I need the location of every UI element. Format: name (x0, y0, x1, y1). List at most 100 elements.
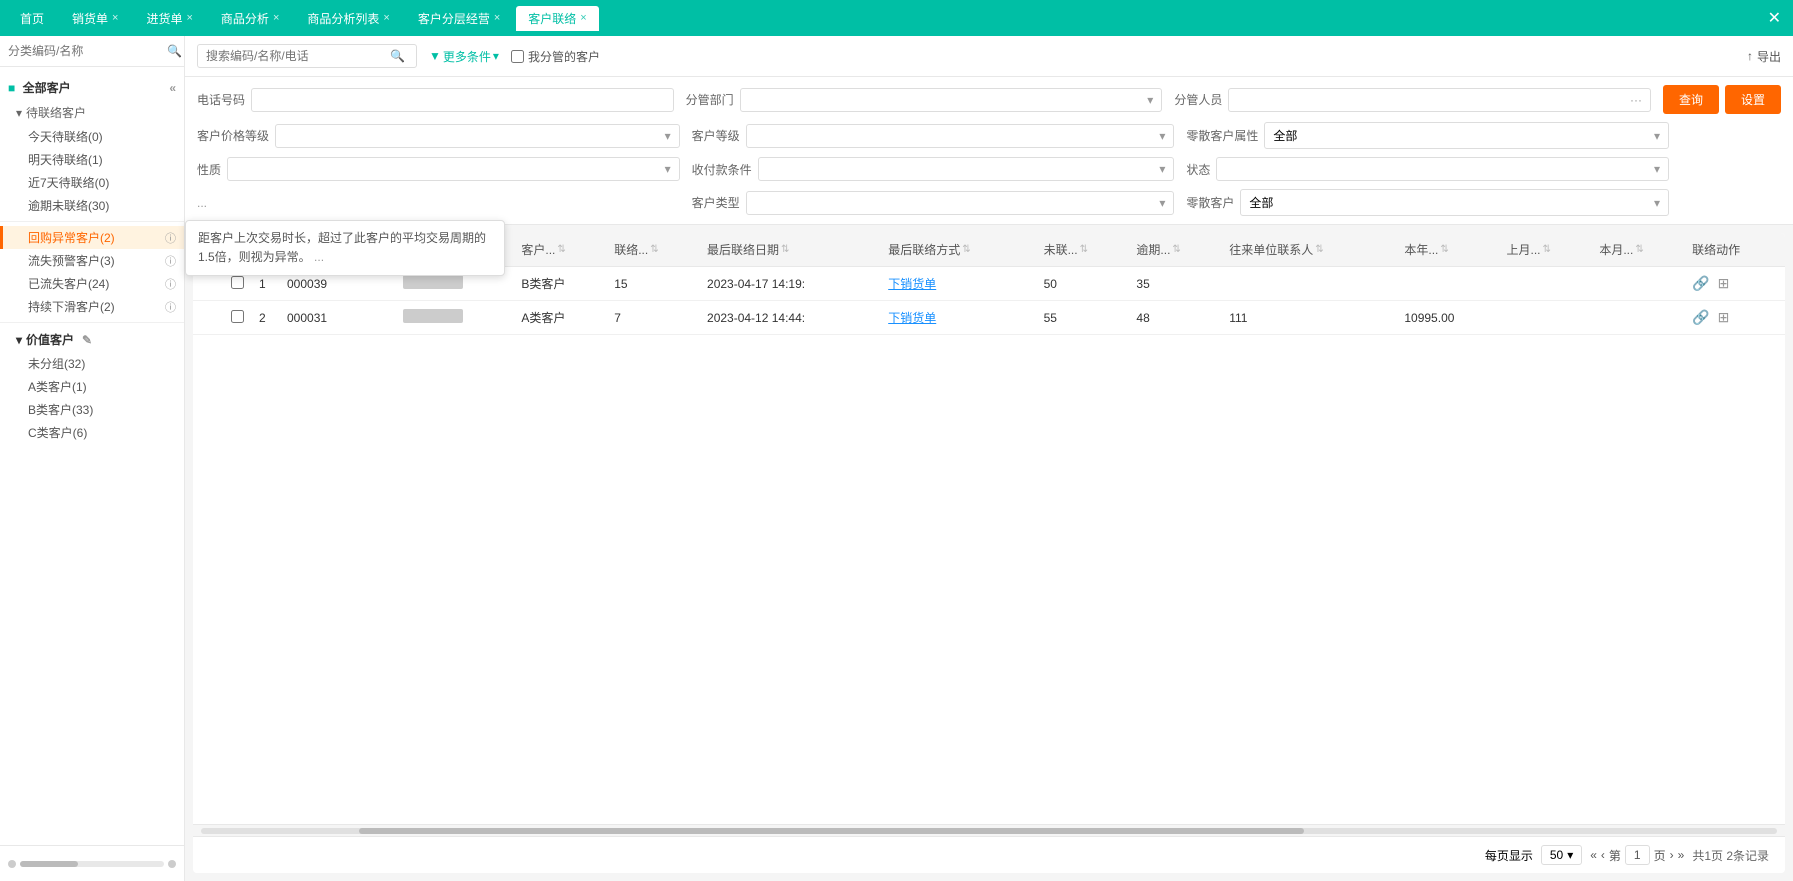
all-customers-header[interactable]: ■ 全部客户 « (0, 75, 184, 100)
action-grid-icon-2[interactable]: ⊞ (1718, 309, 1730, 326)
status-select[interactable] (1216, 157, 1669, 181)
export-button[interactable]: ↑ 导出 (1747, 48, 1781, 65)
sidebar-collapse-icon[interactable]: « (169, 81, 176, 95)
query-button[interactable]: 查询 (1663, 85, 1719, 114)
th-overdue[interactable]: 逾期... ⇅ (1130, 233, 1223, 267)
filter-customer-level: 客户等级 (692, 124, 1175, 148)
th-contact[interactable]: 联络... ⇅ (608, 233, 701, 267)
filter-branch: 分管部门 (686, 88, 1163, 112)
manager-dots[interactable]: ··· (1630, 93, 1642, 107)
row-checkbox-2[interactable] (231, 310, 244, 323)
sidebar-search-area: 🔍 (0, 36, 184, 67)
tab-sales-order[interactable]: 销货单 × (60, 6, 130, 31)
manager-select[interactable]: ··· (1228, 88, 1651, 112)
th-this-year[interactable]: 本年... ⇅ (1398, 233, 1500, 267)
sidebar-scroll-left[interactable] (8, 860, 16, 868)
next-page-button[interactable]: › (1670, 848, 1674, 862)
more-conditions-button[interactable]: ▼ 更多条件 ▾ (429, 48, 499, 65)
filter-manager: 分管人员 ··· (1174, 88, 1651, 112)
sidebar-item-overdue[interactable]: 逾期未联络(30) (0, 194, 184, 217)
search-icon[interactable]: 🔍 (390, 49, 405, 63)
sidebar-search-input[interactable] (8, 44, 163, 58)
th-uncontacted[interactable]: 未联... ⇅ (1038, 233, 1131, 267)
sort-icon-uncontacted: ⇅ (1080, 244, 1088, 255)
tab-product-analysis-list[interactable]: 商品分析列表 × (295, 6, 401, 31)
td-last-method-1: 下销货单 (882, 267, 1037, 301)
tab-customer-contact[interactable]: 客户联络 × (516, 6, 598, 31)
phone-input[interactable] (251, 88, 674, 112)
td-this-month-2 (1593, 301, 1686, 335)
sidebar-item-a-class[interactable]: A类客户(1) (0, 375, 184, 398)
tab-sales-order-close[interactable]: × (112, 12, 118, 24)
last-method-link-1[interactable]: 下销货单 (888, 277, 936, 291)
td-type-2: A类客户 (515, 301, 608, 335)
sidebar-search-icon[interactable]: 🔍 (167, 44, 182, 58)
price-level-select[interactable] (275, 124, 680, 148)
horizontal-scroll-track[interactable] (201, 828, 1777, 834)
th-type[interactable]: 客户... ⇅ (515, 233, 608, 267)
tab-customer-contact-close[interactable]: × (580, 12, 586, 24)
my-customer-checkbox[interactable] (511, 50, 524, 63)
sidebar-item-churn-warning[interactable]: 流失预警客户(3) ⓘ (0, 249, 184, 272)
th-last-contact-date[interactable]: 最后联络日期 ⇅ (701, 233, 882, 267)
search-input[interactable] (206, 49, 386, 63)
td-action-1: 🔗 ⊞ (1686, 267, 1785, 301)
last-method-link-2[interactable]: 下销货单 (888, 311, 936, 325)
sidebar-pending-contact[interactable]: ▾ 待联络客户 (0, 100, 184, 125)
sidebar-item-repurchase-anomaly[interactable]: 回购异常客户(2) ⓘ (0, 226, 184, 249)
action-grid-icon-1[interactable]: ⊞ (1718, 275, 1730, 292)
prev-page-button[interactable]: ‹ (1601, 848, 1605, 862)
tab-purchase-order[interactable]: 进货单 × (134, 6, 204, 31)
tab-customer-segments-close[interactable]: × (494, 12, 500, 24)
th-last-contact-method[interactable]: 最后联络方式 ⇅ (882, 233, 1037, 267)
page-unit: 页 (1654, 847, 1666, 864)
tab-customer-segments[interactable]: 客户分层经营 × (406, 6, 512, 31)
th-this-month[interactable]: 本月... ⇅ (1593, 233, 1686, 267)
row-checkbox-1[interactable] (231, 276, 244, 289)
filter-payment-terms: 收付款条件 (692, 157, 1175, 181)
first-page-button[interactable]: « (1590, 848, 1597, 862)
last-page-button[interactable]: » (1678, 848, 1685, 862)
filter-expand-dots[interactable]: ... (197, 196, 207, 210)
window-close-button[interactable]: ✕ (1768, 8, 1781, 28)
tab-product-analysis[interactable]: 商品分析 × (209, 6, 291, 31)
td-this-month-1 (1593, 267, 1686, 301)
customer-level-select[interactable] (746, 124, 1175, 148)
gender-select[interactable] (227, 157, 680, 181)
td-last-date-1: 2023-04-17 14:19: (701, 267, 882, 301)
sort-icon-method: ⇅ (962, 244, 970, 255)
tab-home[interactable]: 首页 (8, 6, 56, 31)
th-company-contact[interactable]: 往来单位联系人 ⇅ (1223, 233, 1398, 267)
tooltip-dots[interactable]: ... (314, 250, 324, 264)
sidebar-item-7days[interactable]: 近7天待联络(0) (0, 171, 184, 194)
sidebar-item-declining[interactable]: 持续下滑客户(2) ⓘ (0, 295, 184, 318)
action-link-icon-1[interactable]: 🔗 (1692, 275, 1709, 292)
th-last-month[interactable]: 上月... ⇅ (1501, 233, 1594, 267)
settings-button[interactable]: 设置 (1725, 85, 1781, 114)
action-link-icon-2[interactable]: 🔗 (1692, 309, 1709, 326)
payment-terms-select[interactable] (758, 157, 1175, 181)
tab-product-analysis-list-close[interactable]: × (383, 12, 389, 24)
tab-product-analysis-close[interactable]: × (273, 12, 279, 24)
sidebar-item-today[interactable]: 今天待联络(0) (0, 125, 184, 148)
filter-customer-type: 客户类型 (692, 191, 1175, 215)
sidebar-item-tomorrow[interactable]: 明天待联络(1) (0, 148, 184, 171)
payment-terms-arrow (1159, 162, 1165, 176)
td-uncontacted-1: 50 (1038, 267, 1131, 301)
sidebar-item-b-class[interactable]: B类客户(33) (0, 398, 184, 421)
edit-icon-value[interactable]: ✎ (82, 333, 92, 347)
tab-purchase-order-close[interactable]: × (186, 12, 192, 24)
retail-customer-select[interactable]: 全部 (1240, 189, 1669, 216)
branch-select[interactable] (740, 88, 1163, 112)
sidebar-item-unclassified[interactable]: 未分组(32) (0, 352, 184, 375)
sort-icon-type: ⇅ (557, 244, 565, 255)
sidebar-item-lost-customers[interactable]: 已流失客户(24) ⓘ (0, 272, 184, 295)
customer-type-select[interactable] (746, 191, 1175, 215)
td-overdue-1: 35 (1130, 267, 1223, 301)
sidebar-item-c-class[interactable]: C类客户(6) (0, 421, 184, 444)
sidebar-value-customer-group[interactable]: ▾ 价值客户 ✎ (0, 327, 184, 352)
current-page-input[interactable]: 1 (1625, 845, 1650, 865)
sidebar-scroll-right[interactable] (168, 860, 176, 868)
retail-attr-select[interactable]: 全部 (1264, 122, 1669, 149)
per-page-select[interactable]: 50 ▾ (1541, 845, 1582, 865)
